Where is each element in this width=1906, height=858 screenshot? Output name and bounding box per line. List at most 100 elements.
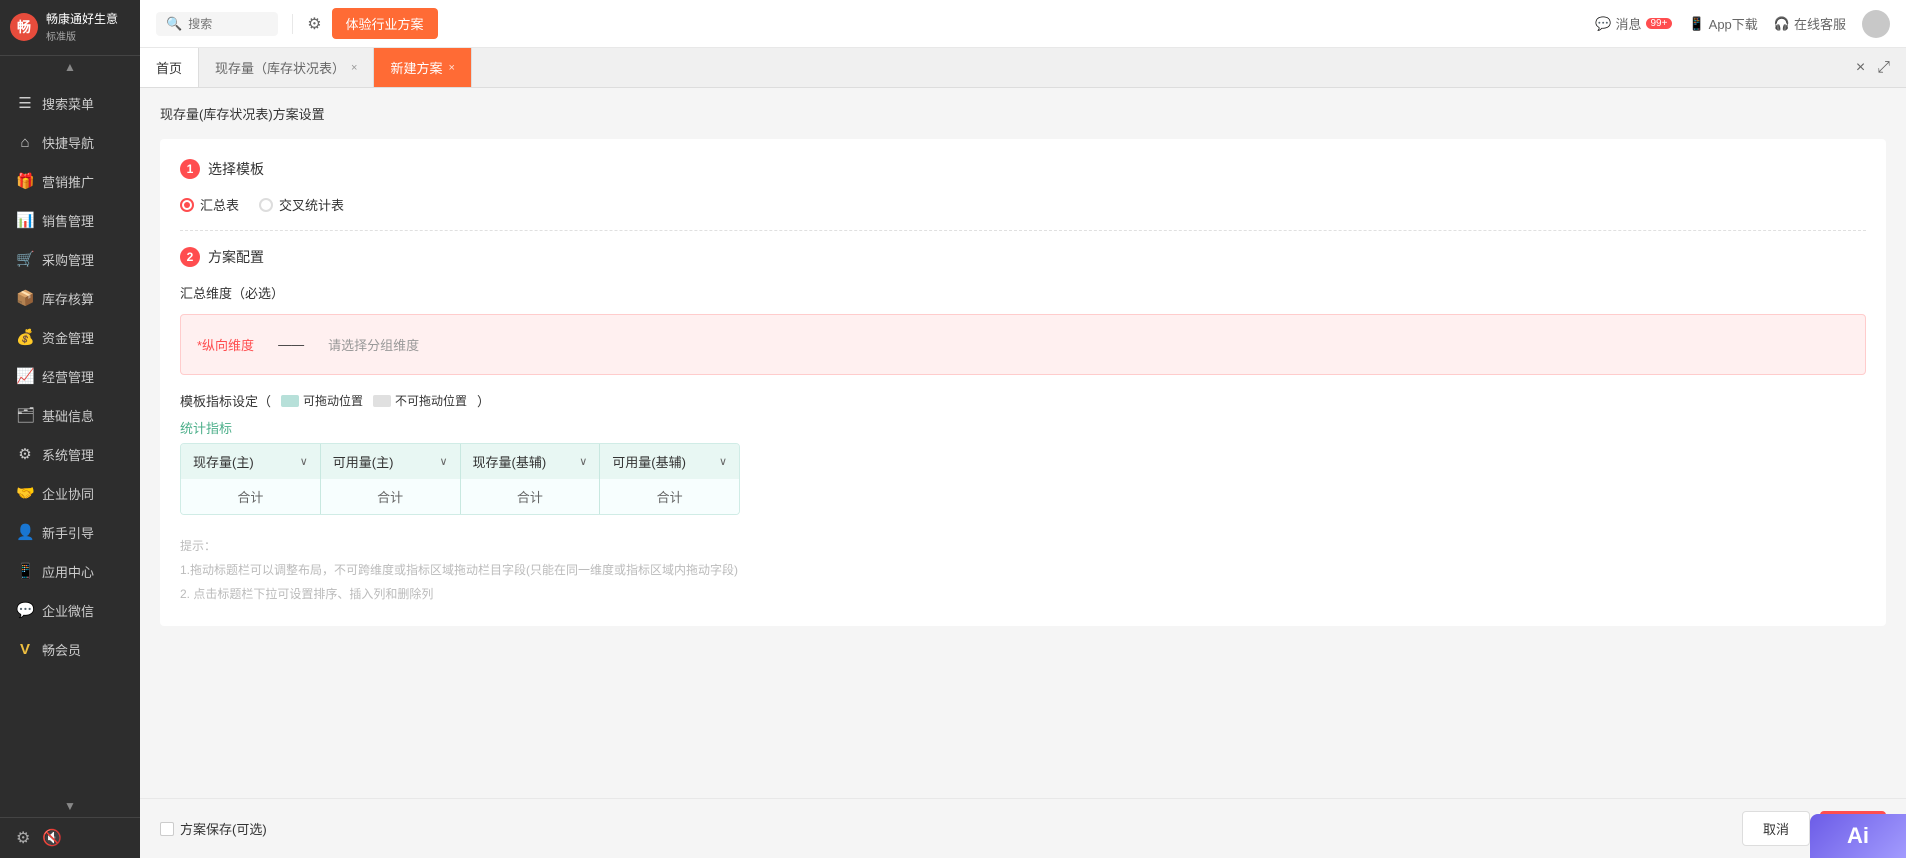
gear-icon[interactable]: ⚙ [307, 14, 321, 34]
tab-home-label: 首页 [156, 58, 182, 77]
sidebar-item-wechat[interactable]: 💬 企业微信 [0, 591, 140, 630]
radio-cross[interactable]: 交叉统计表 [259, 195, 344, 214]
settings-icon[interactable]: ⚙ [16, 828, 30, 848]
col-1-name: 可用量(主) [333, 452, 394, 471]
dim-required-label: *纵向维度 [197, 335, 254, 354]
sidebar-item-cooperation[interactable]: 🤝 企业协同 [0, 474, 140, 513]
sidebar-item-label: 资金管理 [42, 328, 94, 347]
new-guide-icon: 👤 [16, 523, 34, 541]
search-menu-icon: ☰ [16, 94, 34, 112]
tab-bar: 首页 现存量（库存状况表） × 新建方案 × × ⤢ [140, 48, 1906, 88]
sidebar-item-label: 系统管理 [42, 445, 94, 464]
indicator-settings-suffix: ） [477, 391, 490, 410]
message-btn[interactable]: 💬 消息 99+ [1595, 14, 1672, 33]
indicator-settings-text: 模板指标设定（ [180, 391, 271, 410]
nodrag-label: 不可拖动位置 [395, 392, 467, 409]
tab-new[interactable]: 新建方案 × [374, 48, 471, 87]
sidebar-item-label: 畅会员 [42, 640, 81, 659]
sidebar-item-quick-nav[interactable]: ⌂ 快捷导航 [0, 123, 140, 162]
col-3-arrow[interactable]: ∨ [719, 455, 727, 468]
dim-selector[interactable]: *纵向维度 —— 请选择分组维度 [180, 314, 1866, 375]
footer: 方案保存(可选) 取消 查询 [140, 798, 1906, 858]
tab-home[interactable]: 首页 [140, 48, 199, 87]
stats-header-row: 现存量(主) ∨ 可用量(主) ∨ 现存量(基辅) ∨ 可用量(基辅) [181, 444, 739, 479]
industry-btn[interactable]: 体验行业方案 [332, 8, 438, 39]
sidebar-item-marketing[interactable]: 🎁 营销推广 [0, 162, 140, 201]
save-checkbox[interactable]: 方案保存(可选) [160, 819, 267, 838]
nodrag-box-icon [373, 395, 391, 407]
phone-icon: 📱 [1688, 16, 1704, 32]
sidebar-bottom: ⚙ 🔇 [0, 817, 140, 858]
quick-nav-icon: ⌂ [16, 134, 34, 151]
search-input[interactable] [188, 17, 268, 31]
drag-box-icon [281, 395, 299, 407]
ai-badge[interactable]: Ai [1810, 814, 1906, 858]
tab-inventory-label: 现存量（库存状况表） [215, 58, 345, 77]
sidebar-item-label: 应用中心 [42, 562, 94, 581]
sidebar-item-search-menu[interactable]: ☰ 搜索菜单 [0, 84, 140, 123]
system-icon: ⚙ [16, 445, 34, 463]
sidebar-item-basic-info[interactable]: 🗂 基础信息 [0, 396, 140, 435]
cancel-button[interactable]: 取消 [1742, 811, 1810, 846]
template-radio-group: 汇总表 交叉统计表 [180, 195, 1866, 214]
sidebar-item-label: 新手引导 [42, 523, 94, 542]
finance-icon: 💰 [16, 328, 34, 346]
col-3-name: 可用量(基辅) [612, 452, 686, 471]
sidebar-item-label: 快捷导航 [42, 133, 94, 152]
sidebar-item-system[interactable]: ⚙ 系统管理 [0, 435, 140, 474]
online-service-btn[interactable]: 🎧 在线客服 [1774, 14, 1846, 33]
sidebar-scroll-down[interactable]: ▼ [0, 795, 140, 817]
sidebar-item-member[interactable]: V 畅会员 [0, 630, 140, 669]
sidebar-item-label: 企业微信 [42, 601, 94, 620]
sidebar-item-inventory[interactable]: 📦 库存核算 [0, 279, 140, 318]
sidebar-scroll-up[interactable]: ▲ [0, 56, 140, 78]
window-close-btn[interactable]: × [1856, 59, 1865, 77]
app-center-icon: 📱 [16, 562, 34, 580]
message-label: 消息 [1615, 14, 1641, 33]
sidebar-item-purchase[interactable]: 🛒 采购管理 [0, 240, 140, 279]
stats-body-row: 合计 合计 合计 合计 [181, 479, 739, 514]
tab-inventory-close[interactable]: × [351, 62, 357, 74]
speaker-icon[interactable]: 🔇 [42, 828, 62, 848]
sidebar-item-app-center[interactable]: 📱 应用中心 [0, 552, 140, 591]
main-area: 🔍 ⚙ 体验行业方案 💬 消息 99+ 📱 App下载 🎧 在线客服 [140, 0, 1906, 858]
sidebar-item-finance[interactable]: 💰 资金管理 [0, 318, 140, 357]
avatar[interactable] [1862, 10, 1890, 38]
stats-col-0: 现存量(主) ∨ [181, 444, 321, 479]
app-version: 标准版 [46, 28, 118, 43]
sidebar-item-new-guide[interactable]: 👤 新手引导 [0, 513, 140, 552]
stats-cell-3: 合计 [600, 479, 739, 514]
save-checkbox-box [160, 822, 174, 836]
window-expand-btn[interactable]: ⤢ [1877, 59, 1890, 77]
stats-table: 现存量(主) ∨ 可用量(主) ∨ 现存量(基辅) ∨ 可用量(基辅) [180, 443, 740, 515]
app-logo: 畅 畅康通好生意 标准版 [0, 0, 140, 56]
member-icon: V [16, 641, 34, 658]
step2-title: 方案配置 [208, 247, 264, 267]
dim-placeholder: 请选择分组维度 [328, 335, 419, 354]
stats-cell-2: 合计 [461, 479, 601, 514]
inventory-icon: 📦 [16, 289, 34, 307]
sidebar-item-label: 企业协同 [42, 484, 94, 503]
tab-inventory[interactable]: 现存量（库存状况表） × [199, 48, 374, 87]
message-icon: 💬 [1595, 16, 1611, 32]
app-download-label: App下载 [1709, 14, 1758, 33]
wechat-icon: 💬 [16, 601, 34, 619]
sidebar-item-operation[interactable]: 📈 经营管理 [0, 357, 140, 396]
step1-panel: 1 选择模板 汇总表 交叉统计表 2 方案配置 汇总维度（必选） [160, 139, 1886, 626]
operation-icon: 📈 [16, 367, 34, 385]
radio-summary[interactable]: 汇总表 [180, 195, 239, 214]
col-2-arrow[interactable]: ∨ [579, 455, 587, 468]
tips-section: 提示： 1.拖动标题栏可以调整布局，不可跨维度或指标区域拖动栏目字段(只能在同一… [180, 534, 1866, 606]
sidebar-item-label: 库存核算 [42, 289, 94, 308]
app-download-btn[interactable]: 📱 App下载 [1688, 14, 1757, 33]
sidebar-item-sales[interactable]: 📊 销售管理 [0, 201, 140, 240]
basic-info-icon: 🗂 [16, 406, 34, 424]
sidebar-nav: ☰ 搜索菜单 ⌂ 快捷导航 🎁 营销推广 📊 销售管理 🛒 采购管理 📦 库存核… [0, 78, 140, 795]
search-box[interactable]: 🔍 [156, 12, 278, 36]
purchase-icon: 🛒 [16, 250, 34, 268]
radio-summary-label: 汇总表 [200, 195, 239, 214]
topbar-right: 💬 消息 99+ 📱 App下载 🎧 在线客服 [1595, 10, 1890, 38]
col-1-arrow[interactable]: ∨ [439, 455, 447, 468]
col-0-arrow[interactable]: ∨ [300, 455, 308, 468]
tab-new-close[interactable]: × [448, 62, 454, 74]
